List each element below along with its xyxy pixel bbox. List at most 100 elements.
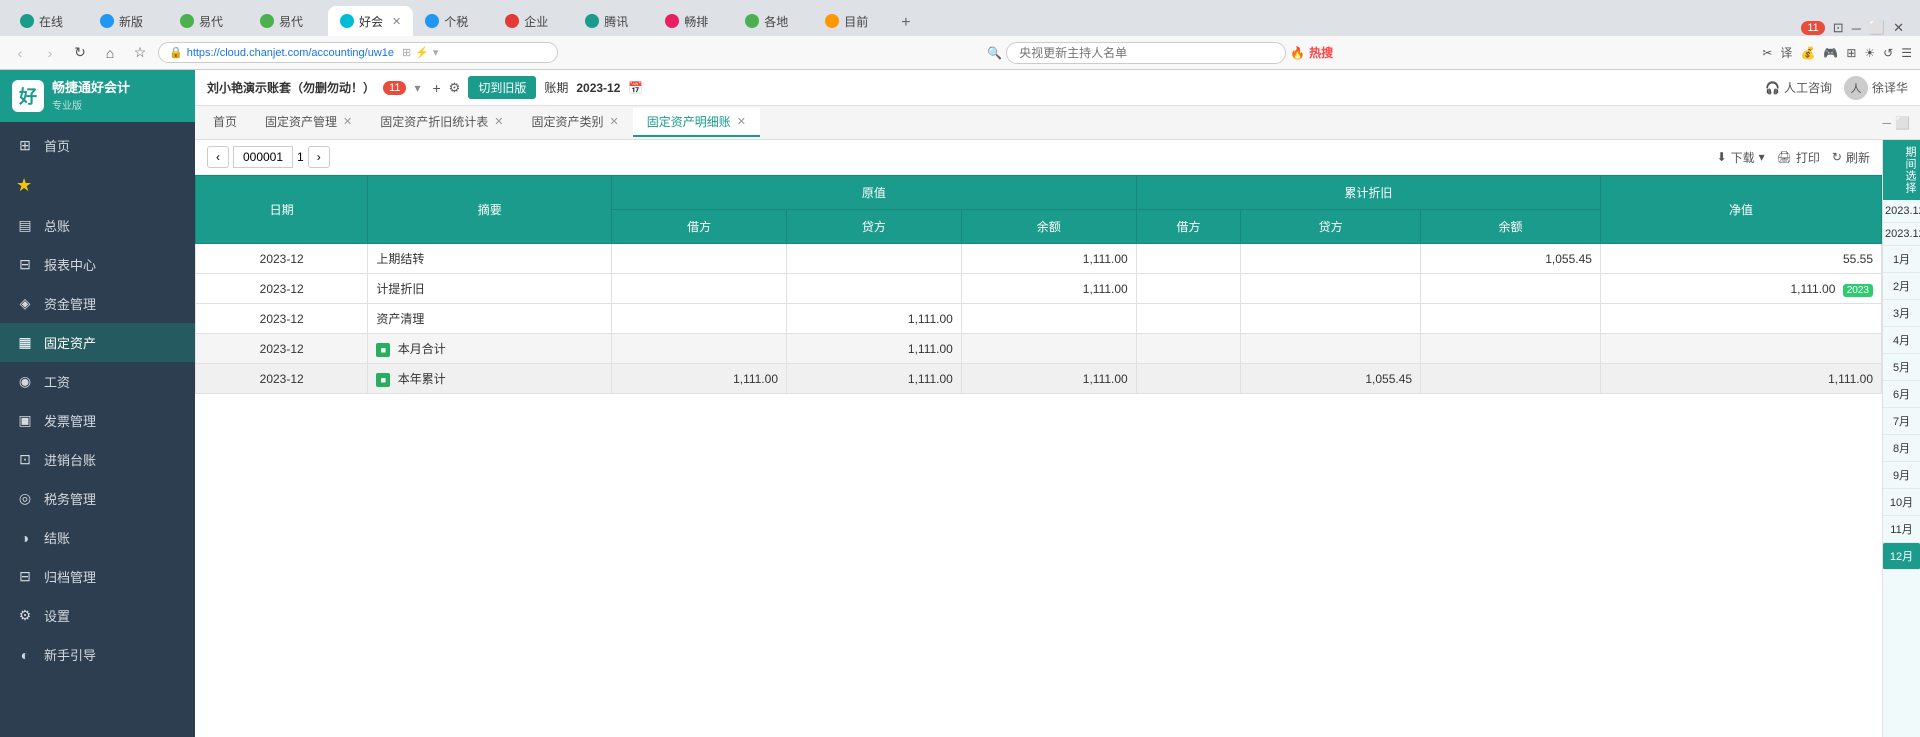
sub-toolbar-right: ⬇ 下载 ▾ 🖨 打印 ↻ 刷新 [1717, 149, 1870, 166]
back-button[interactable]: ‹ [8, 41, 32, 65]
calendar-icon[interactable]: 📅 [628, 81, 643, 95]
brightness-icon[interactable]: ☀ [1864, 46, 1875, 60]
period-item-11[interactable]: 11月 [1883, 516, 1920, 543]
tab-minimize-icon[interactable]: ─ [1883, 116, 1892, 130]
sidebar-favorites[interactable]: ★ [0, 165, 195, 206]
game-icon[interactable]: 🎮 [1823, 46, 1838, 60]
print-btn[interactable]: 🖨 打印 [1777, 149, 1820, 166]
minimize-btn[interactable]: ─ [1852, 21, 1861, 36]
address-input[interactable]: 🔒 https://cloud.chanjet.com/accounting/u… [158, 42, 558, 63]
user-profile[interactable]: 人 徐译华 [1844, 76, 1908, 100]
tab-detail-ledger[interactable]: 固定资产明细账 ✕ [633, 108, 760, 137]
dropdown-icon[interactable]: ▾ [433, 46, 439, 59]
period-item-7[interactable]: 7月 [1883, 408, 1920, 435]
tab-category[interactable]: 固定资产类别 ✕ [517, 108, 632, 137]
maximize-btn[interactable]: ⬜ [1869, 20, 1885, 36]
next-page-btn[interactable]: › [308, 146, 330, 168]
period-item-1[interactable]: 1月 [1883, 246, 1920, 273]
sidebar-item-ledger[interactable]: ▤ 总账 [0, 206, 195, 245]
browser-tab-tencent[interactable]: 腾讯 [573, 6, 653, 36]
sidebar-label-guide: 新手引导 [44, 645, 96, 664]
home-button[interactable]: ⌂ [98, 41, 122, 65]
sidebar-item-settlement[interactable]: ◑ 结账 [0, 518, 195, 557]
history-back-icon[interactable]: ↺ [1883, 46, 1893, 60]
wallet-icon[interactable]: 💰 [1800, 46, 1815, 60]
period-12-label: 12月 [1890, 551, 1913, 563]
restore-btn[interactable]: ⊡ [1833, 20, 1844, 36]
period-item-6[interactable]: 6月 [1883, 381, 1920, 408]
refresh-btn[interactable]: ↻ 刷新 [1832, 149, 1870, 166]
period-item-8[interactable]: 8月 [1883, 435, 1920, 462]
browser-tab-new[interactable]: 新版 [88, 6, 168, 36]
sidebar-item-home[interactable]: ⊞ 首页 [0, 126, 195, 165]
sidebar-item-fund[interactable]: ◈ 资金管理 [0, 284, 195, 323]
settings-gear-icon[interactable]: ⚙ [449, 80, 461, 96]
period-item-10[interactable]: 10月 [1883, 489, 1920, 516]
tab-depr-stats[interactable]: 固定资产折旧统计表 ✕ [366, 108, 517, 137]
tab-favicon-11 [825, 14, 839, 28]
period-item-year1[interactable]: 2023.12 [1883, 200, 1920, 223]
cell-summary-2: 计提折旧 [368, 274, 612, 304]
bookmark-button[interactable]: ☆ [128, 41, 152, 65]
tab-category-label: 固定资产类别 [531, 113, 603, 130]
browser-tab-yidai2[interactable]: 易代 [248, 6, 328, 36]
address-bar: ‹ › ↻ ⌂ ☆ 🔒 https://cloud.chanjet.com/ac… [0, 36, 1920, 70]
asset-code-input[interactable] [233, 146, 293, 168]
menu-icon[interactable]: ☰ [1901, 46, 1912, 60]
reload-button[interactable]: ↻ [68, 41, 92, 65]
sidebar-label-fixed-asset: 固定资产 [44, 333, 96, 352]
download-btn[interactable]: ⬇ 下载 ▾ [1717, 149, 1765, 166]
browser-tab-enterprise[interactable]: 企业 [493, 6, 573, 36]
browser-tab-yidai1[interactable]: 易代 [168, 6, 248, 36]
switch-version-btn[interactable]: 切到旧版 [468, 76, 536, 99]
tab-expand-icon[interactable]: ⬜ [1895, 116, 1910, 130]
data-table: 日期 摘要 原值 累计折旧 净值 借方 贷方 余额 借方 贷方 余额 [195, 175, 1882, 394]
period-item-12[interactable]: 12月 [1883, 543, 1920, 570]
prev-page-btn[interactable]: ‹ [207, 146, 229, 168]
tab-home[interactable]: 首页 [199, 108, 251, 137]
sidebar-item-inventory[interactable]: ⊡ 进销台账 [0, 440, 195, 479]
browser-tab-muqian[interactable]: 目前 [813, 6, 893, 36]
sidebar-item-guide[interactable]: ◐ 新手引导 [0, 635, 195, 674]
service-btn[interactable]: 🎧 人工咨询 [1765, 79, 1832, 96]
add-account-btn[interactable]: + [432, 80, 440, 96]
tab-close-detail-ledger[interactable]: ✕ [737, 115, 746, 128]
tab-close-category[interactable]: ✕ [610, 115, 619, 128]
inventory-icon: ⊡ [16, 451, 34, 469]
dropdown-arrow[interactable]: ▾ [414, 81, 420, 95]
cut-icon[interactable]: ✂ [1762, 46, 1772, 60]
sidebar-item-tax[interactable]: ◎ 税务管理 [0, 479, 195, 518]
close-btn[interactable]: ✕ [1893, 20, 1904, 36]
sidebar-item-payroll[interactable]: ◉ 工资 [0, 362, 195, 401]
download-dropdown-icon[interactable]: ▾ [1759, 150, 1765, 164]
period-item-3[interactable]: 3月 [1883, 300, 1920, 327]
period-item-2[interactable]: 2月 [1883, 273, 1920, 300]
browser-tab-changpai[interactable]: 畅排 [653, 6, 733, 36]
tab-close-fixed-asset-mgmt[interactable]: ✕ [343, 115, 352, 128]
period-item-9[interactable]: 9月 [1883, 462, 1920, 489]
layout-icon[interactable]: ⊞ [1846, 46, 1856, 60]
cell-summary-1: 上期结转 [368, 244, 612, 274]
tab-close-depr-stats[interactable]: ✕ [494, 115, 503, 128]
page-num: 1 [297, 150, 304, 164]
browser-tab-haohui[interactable]: 好会 ✕ [328, 6, 413, 36]
period-item-year2[interactable]: 2023.12 [1883, 223, 1920, 246]
browser-tab-online[interactable]: 在线 [8, 6, 88, 36]
translate-icon[interactable]: 译 [1780, 44, 1792, 61]
sidebar-item-fixed-asset[interactable]: ▦ 固定资产 [0, 323, 195, 362]
sidebar-item-settings[interactable]: ⚙ 设置 [0, 596, 195, 635]
cell-summary-4: ■ 本月合计 [368, 334, 612, 364]
tab-close-5[interactable]: ✕ [392, 15, 401, 28]
new-tab-button[interactable]: + [893, 10, 918, 36]
tab-fixed-asset-mgmt[interactable]: 固定资产管理 ✕ [251, 108, 366, 137]
period-select-header[interactable]: 期间选择 [1883, 140, 1920, 200]
browser-tab-gedi[interactable]: 各地 [733, 6, 813, 36]
sidebar-item-report[interactable]: ⊟ 报表中心 [0, 245, 195, 284]
browser-tab-getax[interactable]: 个税 [413, 6, 493, 36]
sidebar-item-invoice[interactable]: ▣ 发票管理 [0, 401, 195, 440]
period-item-5[interactable]: 5月 [1883, 354, 1920, 381]
forward-button[interactable]: › [38, 41, 62, 65]
sidebar-item-archive[interactable]: ⊟ 归档管理 [0, 557, 195, 596]
period-item-4[interactable]: 4月 [1883, 327, 1920, 354]
search-input[interactable] [1006, 42, 1286, 64]
